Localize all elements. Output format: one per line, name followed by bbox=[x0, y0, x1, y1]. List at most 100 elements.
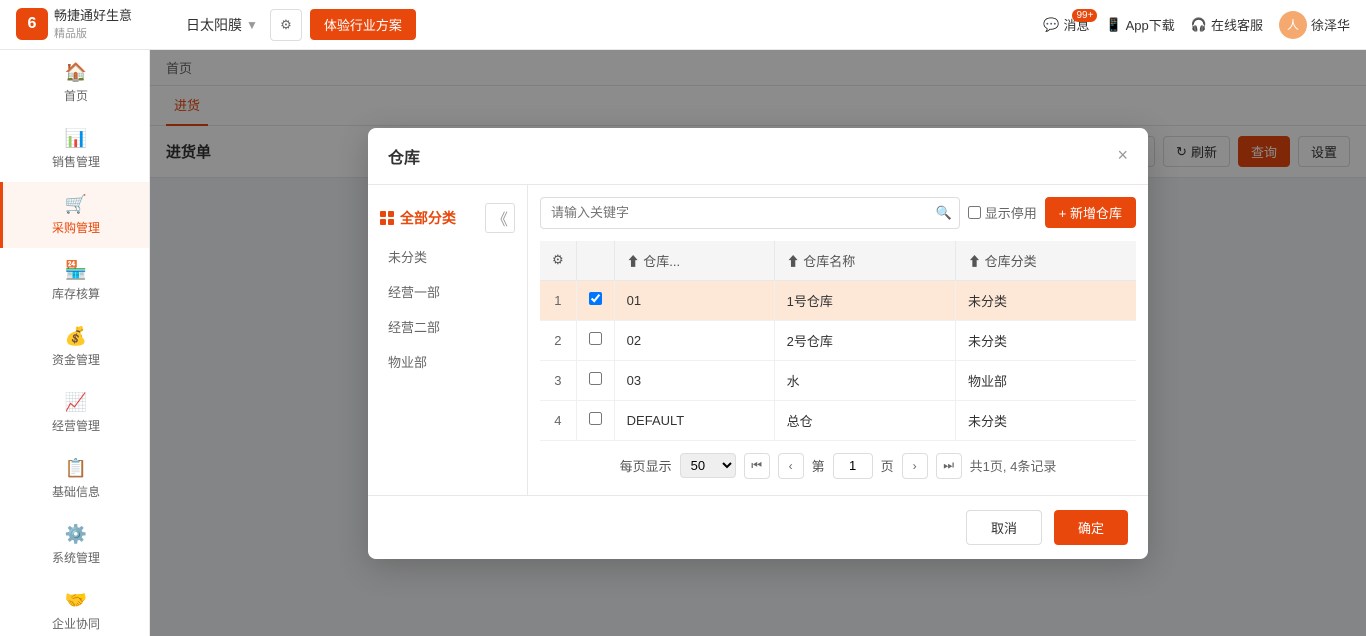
th-settings: ⚙ bbox=[540, 241, 576, 281]
notification-badge: 99+ bbox=[1072, 9, 1097, 22]
row-num-0: 1 bbox=[540, 280, 576, 320]
row-code-2: 03 bbox=[614, 360, 774, 400]
sidebar-item-1[interactable]: 📊销售管理 bbox=[0, 116, 149, 182]
online-service-btn[interactable]: 🎧 在线客服 bbox=[1191, 15, 1263, 34]
modal-footer: 取消 确定 bbox=[368, 495, 1148, 559]
sidebar-icon-6: 📋 bbox=[65, 458, 87, 479]
category-item-3[interactable]: 物业部 bbox=[368, 344, 527, 379]
app-download-label: App下载 bbox=[1126, 15, 1175, 34]
warehouse-table: ⚙ ⬆ 仓库... ⬆ 仓库名称 bbox=[540, 241, 1136, 441]
store-name: 日太阳膜 bbox=[186, 15, 242, 35]
table-row[interactable]: 4 DEFAULT 总仓 未分类 bbox=[540, 400, 1136, 440]
table-row[interactable]: 1 01 1号仓库 未分类 bbox=[540, 280, 1136, 320]
notification-btn[interactable]: 💬 消息 99+ bbox=[1043, 15, 1089, 34]
page-size-select[interactable]: 50 10 20 100 bbox=[680, 453, 736, 478]
row-cb-3[interactable] bbox=[576, 400, 614, 440]
sidebar-icon-7: ⚙️ bbox=[65, 524, 87, 545]
row-code-3: DEFAULT bbox=[614, 400, 774, 440]
show-disabled-checkbox[interactable] bbox=[968, 206, 981, 219]
modal-body: 全部分类 《 未分类经营一部经营二部物业部 🔍 bbox=[368, 185, 1148, 495]
row-name-0: 1号仓库 bbox=[774, 280, 955, 320]
confirm-btn[interactable]: 确定 bbox=[1054, 510, 1128, 545]
sidebar-item-2[interactable]: 🛒采购管理 bbox=[0, 182, 149, 248]
logo-area: 6 畅捷通好生意 精品版 bbox=[16, 8, 166, 41]
row-category-0: 未分类 bbox=[956, 280, 1136, 320]
table-row[interactable]: 2 02 2号仓库 未分类 bbox=[540, 320, 1136, 360]
row-cb-1[interactable] bbox=[576, 320, 614, 360]
all-categories-btn[interactable]: 全部分类 bbox=[380, 208, 456, 228]
main-content: 首页 进货 进货单 🖨 印 ↑ 导出 ↻ 刷新 bbox=[150, 50, 1366, 636]
row-cb-0[interactable] bbox=[576, 280, 614, 320]
chat-icon: 💬 bbox=[1043, 17, 1059, 33]
page-size-label: 每页显示 bbox=[620, 456, 672, 475]
sidebar-item-4[interactable]: 💰 资金管理 bbox=[0, 314, 149, 380]
total-info: 共1页, 4条记录 bbox=[970, 456, 1057, 475]
sidebar-item-8[interactable]: 🤝 企业协同 bbox=[0, 578, 149, 636]
header-btn-area: ⚙ 体验行业方案 bbox=[270, 9, 416, 41]
modal-close-btn[interactable]: × bbox=[1117, 145, 1128, 166]
table-header-row: ⚙ ⬆ 仓库... ⬆ 仓库名称 bbox=[540, 241, 1136, 281]
store-dropdown-icon: ▼ bbox=[246, 18, 258, 32]
grid-icon bbox=[380, 211, 394, 225]
th-name: ⬆ 仓库名称 bbox=[774, 241, 955, 281]
avatar: 人 bbox=[1279, 11, 1307, 39]
row-code-1: 02 bbox=[614, 320, 774, 360]
settings-icon-button[interactable]: ⚙ bbox=[270, 9, 302, 41]
store-selector[interactable]: 日太阳膜 ▼ bbox=[186, 15, 258, 35]
page-num-label: 第 bbox=[812, 456, 825, 475]
search-input[interactable] bbox=[540, 197, 960, 229]
row-num-1: 2 bbox=[540, 320, 576, 360]
next-page-btn[interactable]: › bbox=[902, 453, 928, 479]
row-num-3: 4 bbox=[540, 400, 576, 440]
row-name-3: 总仓 bbox=[774, 400, 955, 440]
top-header: 6 畅捷通好生意 精品版 日太阳膜 ▼ ⚙ 体验行业方案 💬 消息 99+ 📱 … bbox=[0, 0, 1366, 50]
th-checkbox bbox=[576, 241, 614, 281]
sidebar-label-4: 资金管理 bbox=[52, 351, 100, 368]
warehouse-table-wrap: ⚙ ⬆ 仓库... ⬆ 仓库名称 bbox=[540, 241, 1136, 441]
row-category-1: 未分类 bbox=[956, 320, 1136, 360]
row-category-2: 物业部 bbox=[956, 360, 1136, 400]
online-service-label: 在线客服 bbox=[1211, 15, 1263, 34]
app-download-btn[interactable]: 📱 App下载 bbox=[1105, 15, 1174, 34]
experience-btn[interactable]: 体验行业方案 bbox=[310, 9, 416, 40]
category-panel: 全部分类 《 未分类经营一部经营二部物业部 bbox=[368, 185, 528, 495]
prev-page-btn[interactable]: ‹ bbox=[778, 453, 804, 479]
modal-header: 仓库 × bbox=[368, 128, 1148, 185]
header-right: 💬 消息 99+ 📱 App下载 🎧 在线客服 人 徐泽华 bbox=[1043, 11, 1350, 39]
show-disabled-label[interactable]: 显示停用 bbox=[968, 203, 1037, 222]
first-page-btn[interactable]: ⏮ bbox=[744, 453, 770, 479]
sidebar-icon-8: 🤝 bbox=[65, 590, 87, 611]
category-panel-header: 全部分类 《 bbox=[368, 197, 527, 239]
row-cb-2[interactable] bbox=[576, 360, 614, 400]
user-menu[interactable]: 人 徐泽华 bbox=[1279, 11, 1350, 39]
data-panel: 🔍 显示停用 + 新增仓库 bbox=[528, 185, 1148, 495]
sidebar-item-5[interactable]: 📈 经营管理 bbox=[0, 380, 149, 446]
sidebar-icon-4: 💰 bbox=[65, 326, 87, 347]
sidebar-label-3: 库存核算 bbox=[52, 285, 100, 302]
search-wrap: 🔍 bbox=[540, 197, 960, 229]
sidebar-icon-5: 📈 bbox=[65, 392, 87, 413]
sidebar-item-0[interactable]: 🏠首页 bbox=[0, 50, 149, 116]
sidebar-label-8: 企业协同 bbox=[52, 615, 100, 632]
sidebar-label-7: 系统管理 bbox=[52, 549, 100, 566]
last-page-btn[interactable]: ⏭ bbox=[936, 453, 962, 479]
table-row[interactable]: 3 03 水 物业部 bbox=[540, 360, 1136, 400]
row-num-2: 3 bbox=[540, 360, 576, 400]
brand-text: 畅捷通好生意 精品版 bbox=[54, 8, 132, 41]
sidebar-icon-2: 🛒 bbox=[65, 194, 87, 215]
sidebar-item-6[interactable]: 📋基础信息 bbox=[0, 446, 149, 512]
category-item-1[interactable]: 经营一部 bbox=[368, 274, 527, 309]
page-number-input[interactable] bbox=[833, 453, 873, 479]
search-icon[interactable]: 🔍 bbox=[936, 205, 952, 221]
sidebar-item-7[interactable]: ⚙️ 系统管理 bbox=[0, 512, 149, 578]
cancel-btn[interactable]: 取消 bbox=[966, 510, 1042, 545]
collapse-panel-btn[interactable]: 《 bbox=[485, 203, 515, 233]
sidebar-item-3[interactable]: 🏪 库存核算 bbox=[0, 248, 149, 314]
add-warehouse-btn[interactable]: + 新增仓库 bbox=[1045, 197, 1136, 228]
warehouse-modal: 仓库 × 全部分类 《 bbox=[368, 128, 1148, 559]
sidebar-icon-3: 🏪 bbox=[65, 260, 87, 281]
category-item-2[interactable]: 经营二部 bbox=[368, 309, 527, 344]
category-item-0[interactable]: 未分类 bbox=[368, 239, 527, 274]
sidebar-label-5: 经营管理 bbox=[52, 417, 100, 434]
modal-overlay: 仓库 × 全部分类 《 bbox=[150, 50, 1366, 636]
